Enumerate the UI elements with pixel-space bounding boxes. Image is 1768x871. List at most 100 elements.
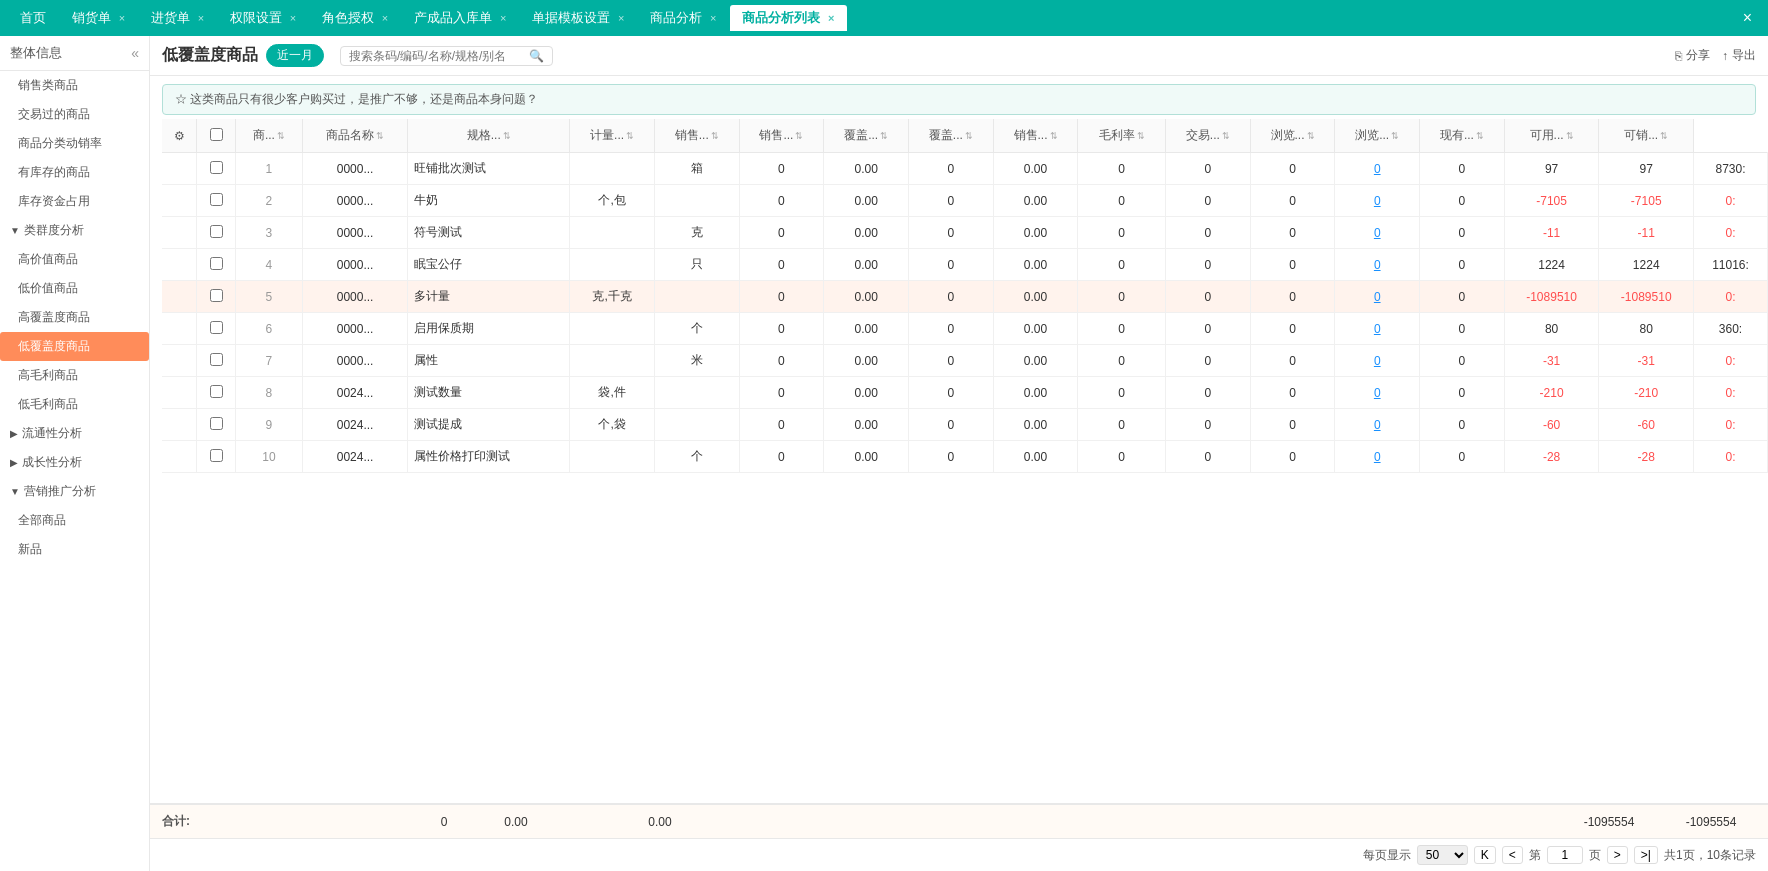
col-sellable[interactable]: 可销...⇅	[1599, 119, 1694, 153]
row-checkbox[interactable]	[197, 409, 236, 441]
settings-gear-icon[interactable]: ⚙	[174, 129, 185, 143]
row-checkbox[interactable]	[197, 441, 236, 473]
first-page-btn[interactable]: K	[1474, 846, 1496, 864]
nav-tab-analysis-close[interactable]: ×	[710, 12, 716, 24]
row-spec	[570, 345, 655, 377]
sidebar-section-growth[interactable]: ▶ 成长性分析	[0, 448, 149, 477]
col-sales2[interactable]: 销售...⇅	[739, 119, 824, 153]
filter-recent-month-btn[interactable]: 近一月	[266, 44, 324, 67]
nav-tab-permission-close[interactable]: ×	[290, 12, 296, 24]
row-available: -210	[1599, 377, 1694, 409]
row-checkbox[interactable]	[197, 217, 236, 249]
row-browse1[interactable]: 0	[1335, 249, 1420, 281]
col-cover2[interactable]: 覆盖...⇅	[908, 119, 993, 153]
sidebar-item-stock-capital[interactable]: 库存资金占用	[0, 187, 149, 216]
total-label: 合计:	[162, 813, 190, 830]
col-browse1[interactable]: 浏览...⇅	[1250, 119, 1335, 153]
export-btn[interactable]: ↑ 导出	[1722, 47, 1756, 64]
prev-page-btn[interactable]: <	[1502, 846, 1523, 864]
nav-tab-purchase[interactable]: 进货单 ×	[139, 5, 216, 31]
nav-tab-sales-close[interactable]: ×	[119, 12, 125, 24]
row-checkbox[interactable]	[197, 313, 236, 345]
sidebar-item-low-coverage[interactable]: 低覆盖度商品	[0, 332, 149, 361]
row-checkbox[interactable]	[197, 153, 236, 185]
sidebar-item-high-margin[interactable]: 高毛利商品	[0, 361, 149, 390]
row-browse1[interactable]: 0	[1335, 441, 1420, 473]
sidebar-collapse-btn[interactable]: «	[131, 45, 139, 61]
row-browse2: 0	[1420, 441, 1505, 473]
col-code[interactable]: 商...⇅	[236, 119, 303, 153]
sidebar-section-flow[interactable]: ▶ 流通性分析	[0, 419, 149, 448]
row-browse1[interactable]: 0	[1335, 185, 1420, 217]
nav-tab-sales[interactable]: 销货单 ×	[60, 5, 137, 31]
col-cover1[interactable]: 覆盖...⇅	[824, 119, 909, 153]
row-sales2: 0.00	[824, 249, 909, 281]
next-page-btn[interactable]: >	[1607, 846, 1628, 864]
search-icon[interactable]: 🔍	[529, 49, 544, 63]
row-cover1: 0	[908, 409, 993, 441]
col-current[interactable]: 现有...⇅	[1420, 119, 1505, 153]
row-trade: 0	[1250, 345, 1335, 377]
nav-tab-analysis-list[interactable]: 商品分析列表 ×	[730, 5, 846, 31]
table-row: 2 0000... 牛奶 个,包 0 0.00 0 0.00 0 0 0 0 0…	[162, 185, 1768, 217]
nav-tab-role[interactable]: 角色授权 ×	[310, 5, 400, 31]
footer-total: 合计: 0 0.00 0.00 -1095554 -1095554	[150, 803, 1768, 838]
row-browse1[interactable]: 0	[1335, 217, 1420, 249]
row-unit: 只	[654, 249, 739, 281]
share-btn[interactable]: ⎘ 分享	[1675, 47, 1710, 64]
sidebar-item-low-value[interactable]: 低价值商品	[0, 274, 149, 303]
row-settings	[162, 409, 197, 441]
nav-tab-template[interactable]: 单据模板设置 ×	[520, 5, 636, 31]
row-checkbox[interactable]	[197, 345, 236, 377]
page-input[interactable]	[1547, 846, 1583, 864]
nav-tab-product-in-close[interactable]: ×	[500, 12, 506, 24]
sidebar-section-marketing[interactable]: ▼ 营销推广分析	[0, 477, 149, 506]
window-close-btn[interactable]: ×	[1735, 7, 1760, 29]
col-browse2[interactable]: 浏览...⇅	[1335, 119, 1420, 153]
row-checkbox[interactable]	[197, 185, 236, 217]
last-page-btn[interactable]: >|	[1634, 846, 1658, 864]
nav-tab-analysis-list-close[interactable]: ×	[828, 12, 834, 24]
sidebar-item-category-rate[interactable]: 商品分类动销率	[0, 129, 149, 158]
sidebar-item-low-margin[interactable]: 低毛利商品	[0, 390, 149, 419]
nav-tab-template-close[interactable]: ×	[618, 12, 624, 24]
row-browse1[interactable]: 0	[1335, 345, 1420, 377]
row-checkbox[interactable]	[197, 377, 236, 409]
row-margin: 0	[1166, 153, 1251, 185]
row-browse1[interactable]: 0	[1335, 409, 1420, 441]
sidebar-item-traded-goods[interactable]: 交易过的商品	[0, 100, 149, 129]
sidebar-item-stock-goods[interactable]: 有库存的商品	[0, 158, 149, 187]
nav-tab-product-in[interactable]: 产成品入库单 ×	[402, 5, 518, 31]
col-unit[interactable]: 计量...⇅	[570, 119, 655, 153]
row-browse1[interactable]: 0	[1335, 153, 1420, 185]
sidebar-section-cluster[interactable]: ▼ 类群度分析	[0, 216, 149, 245]
row-browse1[interactable]: 0	[1335, 281, 1420, 313]
nav-tab-analysis[interactable]: 商品分析 ×	[638, 5, 728, 31]
col-available[interactable]: 可用...⇅	[1504, 119, 1599, 153]
row-browse1[interactable]: 0	[1335, 313, 1420, 345]
sidebar-item-high-coverage[interactable]: 高覆盖度商品	[0, 303, 149, 332]
col-sales1[interactable]: 销售...⇅	[654, 119, 739, 153]
select-all-checkbox[interactable]	[210, 128, 223, 141]
sidebar-item-new-goods[interactable]: 新品	[0, 535, 149, 564]
col-trade[interactable]: 交易...⇅	[1166, 119, 1251, 153]
sidebar-item-sales-goods[interactable]: 销售类商品	[0, 71, 149, 100]
nav-tab-permission[interactable]: 权限设置 ×	[218, 5, 308, 31]
col-name[interactable]: 商品名称⇅	[302, 119, 407, 153]
col-sales3[interactable]: 销售...⇅	[993, 119, 1078, 153]
col-settings[interactable]: ⚙	[162, 119, 197, 153]
row-checkbox[interactable]	[197, 249, 236, 281]
sidebar-item-high-value[interactable]: 高价值商品	[0, 245, 149, 274]
page-size-select[interactable]: 50 100 200	[1417, 845, 1468, 865]
row-browse1[interactable]: 0	[1335, 377, 1420, 409]
table-row: 4 0000... 眠宝公仔 只 0 0.00 0 0.00 0 0 0 0 0…	[162, 249, 1768, 281]
nav-tab-home[interactable]: 首页	[8, 5, 58, 31]
col-margin[interactable]: 毛利率⇅	[1078, 119, 1166, 153]
nav-tab-purchase-close[interactable]: ×	[198, 12, 204, 24]
row-settings	[162, 377, 197, 409]
search-input[interactable]	[349, 49, 529, 63]
nav-tab-role-close[interactable]: ×	[382, 12, 388, 24]
row-checkbox[interactable]	[197, 281, 236, 313]
sidebar-item-all-goods[interactable]: 全部商品	[0, 506, 149, 535]
col-spec[interactable]: 规格...⇅	[408, 119, 570, 153]
